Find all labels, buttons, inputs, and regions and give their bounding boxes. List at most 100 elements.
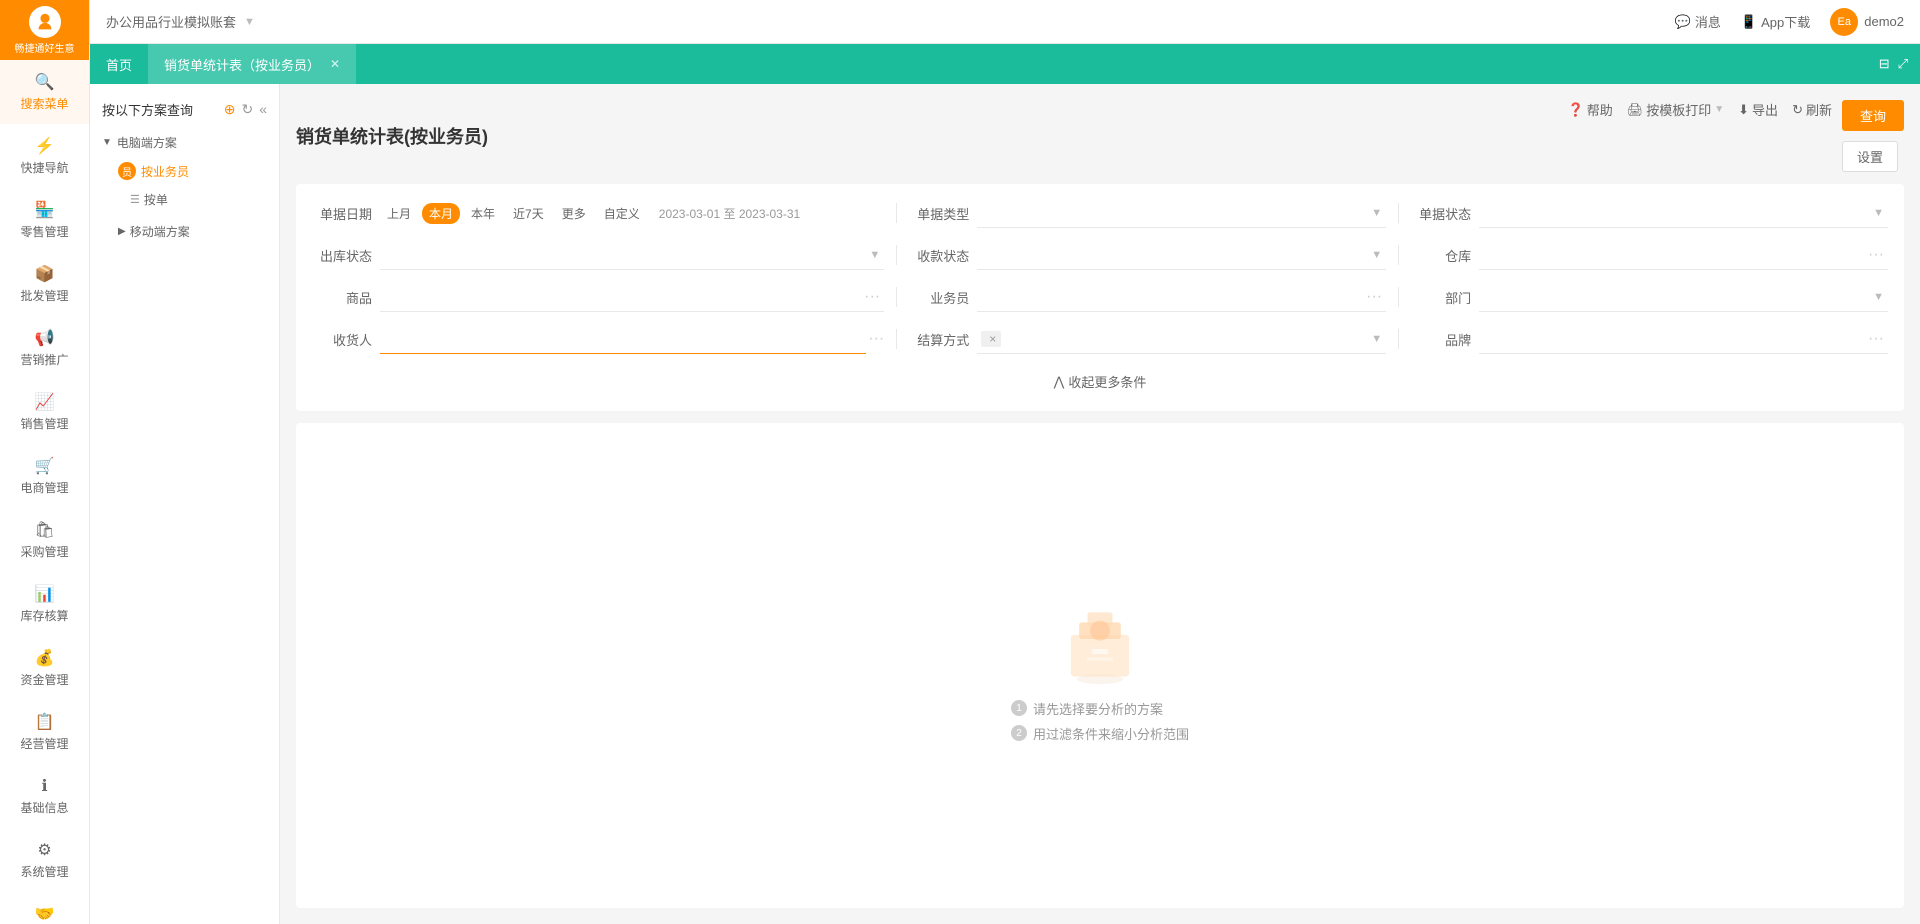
sidebar-item-label: 电商管理 (20, 479, 68, 496)
expand-arrow-icon: ▼ (102, 137, 112, 148)
sidebar-item-purchase[interactable]: 🛍 采购管理 (0, 508, 90, 572)
divider-3 (896, 245, 897, 265)
tab-sales-stat[interactable]: 销货单统计表（按业务员） ✕ (148, 44, 356, 84)
collapse-panel-icon[interactable]: « (259, 101, 267, 118)
sidebar-item-marketing[interactable]: 📢 营销推广 (0, 316, 90, 380)
sidebar-item-management[interactable]: 📋 经营管理 (0, 700, 90, 764)
ecommerce-icon: 🛒 (35, 456, 55, 476)
export-button[interactable]: ⬇ 导出 (1738, 100, 1778, 119)
setting-button[interactable]: 设置 (1842, 141, 1898, 172)
brand-label: 品牌 (1411, 330, 1479, 349)
desktop-scheme-title[interactable]: ▼ 电脑端方案 (90, 129, 279, 156)
dept-select[interactable]: ▼ (1479, 282, 1888, 312)
query-button[interactable]: 查询 (1842, 100, 1904, 131)
doc-status-select[interactable]: ▼ (1479, 198, 1888, 228)
date-btn-last-month[interactable]: 上月 (380, 203, 418, 224)
sidebar-item-basic-info[interactable]: ℹ 基础信息 (0, 764, 90, 828)
date-btn-7days[interactable]: 近7天 (506, 203, 551, 224)
tab-home-label: 首页 (106, 55, 132, 74)
sidebar-item-inventory[interactable]: 📊 库存核算 (0, 572, 90, 636)
scheme-sub-order-label: 按单 (144, 191, 168, 208)
receive-status-select[interactable]: ▼ (977, 240, 1386, 270)
print-dropdown-icon: ▼ (1714, 104, 1724, 115)
header-left: 办公用品行业模拟账套 ▼ (106, 12, 255, 31)
sidebar-item-sales[interactable]: 📈 销售管理 (0, 380, 90, 444)
filter-date-item: 单据日期 上月 本月 本年 近7天 更多 自定义 20 (312, 203, 884, 224)
mobile-scheme-title[interactable]: ▶ 移动端方案 (90, 217, 279, 246)
empty-hints: 1 请先选择要分析的方案 2 用过滤条件来缩小分析范围 (1011, 699, 1189, 743)
warehouse-select[interactable]: ··· (1479, 240, 1888, 270)
collapse-button[interactable]: ⋀ 收起更多条件 (1054, 372, 1147, 391)
add-scheme-icon[interactable]: ⊕ (224, 101, 236, 118)
divider-6 (1398, 287, 1399, 307)
refresh-icon: ↻ (1792, 102, 1803, 118)
brand-select[interactable]: ··· (1479, 324, 1888, 354)
goods-select[interactable]: ··· (380, 282, 884, 312)
doc-type-select[interactable]: ▼ (977, 198, 1386, 228)
user-menu[interactable]: Ea demo2 (1830, 8, 1904, 36)
sidebar-item-system[interactable]: ⚙ 系统管理 (0, 828, 90, 892)
help-button[interactable]: ❓ 帮助 (1568, 100, 1613, 119)
doc-status-chevron-icon: ▼ (1873, 207, 1884, 219)
date-btn-this-month[interactable]: 本月 (422, 203, 460, 224)
dropdown-icon: ▼ (244, 16, 255, 28)
scheme-sub-order[interactable]: ☰ 按单 (90, 186, 279, 213)
refresh-button[interactable]: ↻ 刷新 (1792, 100, 1832, 119)
settle-tag[interactable]: × (981, 331, 1001, 347)
date-buttons: 上月 本月 本年 近7天 更多 自定义 (380, 203, 647, 224)
print-button[interactable]: 🖨 按模板打印 ▼ (1627, 100, 1724, 119)
messages-button[interactable]: 💬 消息 (1675, 12, 1721, 31)
out-status-label: 出库状态 (312, 246, 380, 265)
divider-5 (896, 287, 897, 307)
inventory-icon: 📊 (35, 584, 55, 604)
goods-label: 商品 (312, 288, 380, 307)
page-title: 销货单统计表(按业务员) (296, 123, 488, 149)
date-btn-custom[interactable]: 自定义 (597, 203, 647, 224)
search-icon: 🔍 (35, 72, 55, 92)
sidebar-item-quick-nav[interactable]: ⚡ 快捷导航 (0, 124, 90, 188)
scheme-item-salesman[interactable]: 员 按业务员 (90, 156, 279, 186)
collapse-arrow-icon: ⋀ (1054, 374, 1065, 390)
divider-7 (896, 329, 897, 349)
filter-doc-status-item: 单据状态 ▼ (1411, 198, 1888, 228)
filter-doc-type-item: 单据类型 ▼ (909, 198, 1386, 228)
tab-close-icon[interactable]: ✕ (330, 57, 340, 71)
sidebar-item-finance[interactable]: 💰 资金管理 (0, 636, 90, 700)
warehouse-label: 仓库 (1411, 246, 1479, 265)
main-area: 办公用品行业模拟账套 ▼ 💬 消息 📱 App下载 Ea demo2 首页 (90, 0, 1920, 924)
sidebar-item-collab[interactable]: 🤝 企业协同 (0, 892, 90, 924)
consignee-input[interactable] (380, 324, 866, 354)
refresh-scheme-icon[interactable]: ↻ (241, 101, 253, 118)
tab-minimize-icon[interactable]: ⊟ (1879, 56, 1890, 72)
sales-icon: 📈 (35, 392, 55, 412)
sidebar-item-retail[interactable]: 🏪 零售管理 (0, 188, 90, 252)
tab-sales-stat-label: 销货单统计表（按业务员） (164, 55, 320, 74)
sidebar-item-label: 批发管理 (20, 287, 68, 304)
salesman-select[interactable]: ··· (977, 282, 1386, 312)
settle-tag-close-icon[interactable]: × (989, 332, 996, 346)
sidebar-item-wholesale[interactable]: 📦 批发管理 (0, 252, 90, 316)
tab-expand-icon[interactable]: ⤢ (1898, 56, 1908, 72)
filter-row-1: 单据日期 上月 本月 本年 近7天 更多 自定义 20 (312, 198, 1888, 228)
date-btn-more[interactable]: 更多 (555, 203, 593, 224)
consignee-dots-icon: ··· (868, 330, 884, 348)
goods-dots-icon: ··· (864, 288, 880, 306)
hint-text-1: 请先选择要分析的方案 (1033, 699, 1163, 718)
left-panel-title: 按以下方案查询 (102, 100, 193, 119)
settle-chevron-icon: ▼ (1371, 333, 1382, 345)
app-download-button[interactable]: 📱 App下载 (1741, 12, 1810, 31)
app-logo-text: 畅捷通好生意 (15, 40, 75, 55)
sidebar-item-ecommerce[interactable]: 🛒 电商管理 (0, 444, 90, 508)
sidebar-item-label: 系统管理 (20, 863, 68, 880)
refresh-label: 刷新 (1806, 100, 1832, 119)
out-status-select[interactable]: ▼ (380, 240, 884, 270)
settle-select[interactable]: × ▼ (977, 324, 1386, 354)
collab-icon: 🤝 (35, 904, 55, 924)
date-btn-this-year[interactable]: 本年 (464, 203, 502, 224)
divider-4 (1398, 245, 1399, 265)
tab-home[interactable]: 首页 (90, 44, 148, 84)
print-label: 按模板打印 (1646, 100, 1711, 119)
dropdown-text: 办公用品行业模拟账套 (106, 12, 236, 31)
page-actions: ❓ 帮助 🖨 按模板打印 ▼ ⬇ 导出 ↻ (1568, 100, 1832, 119)
sidebar-item-search[interactable]: 🔍 搜索菜单 (0, 60, 90, 124)
